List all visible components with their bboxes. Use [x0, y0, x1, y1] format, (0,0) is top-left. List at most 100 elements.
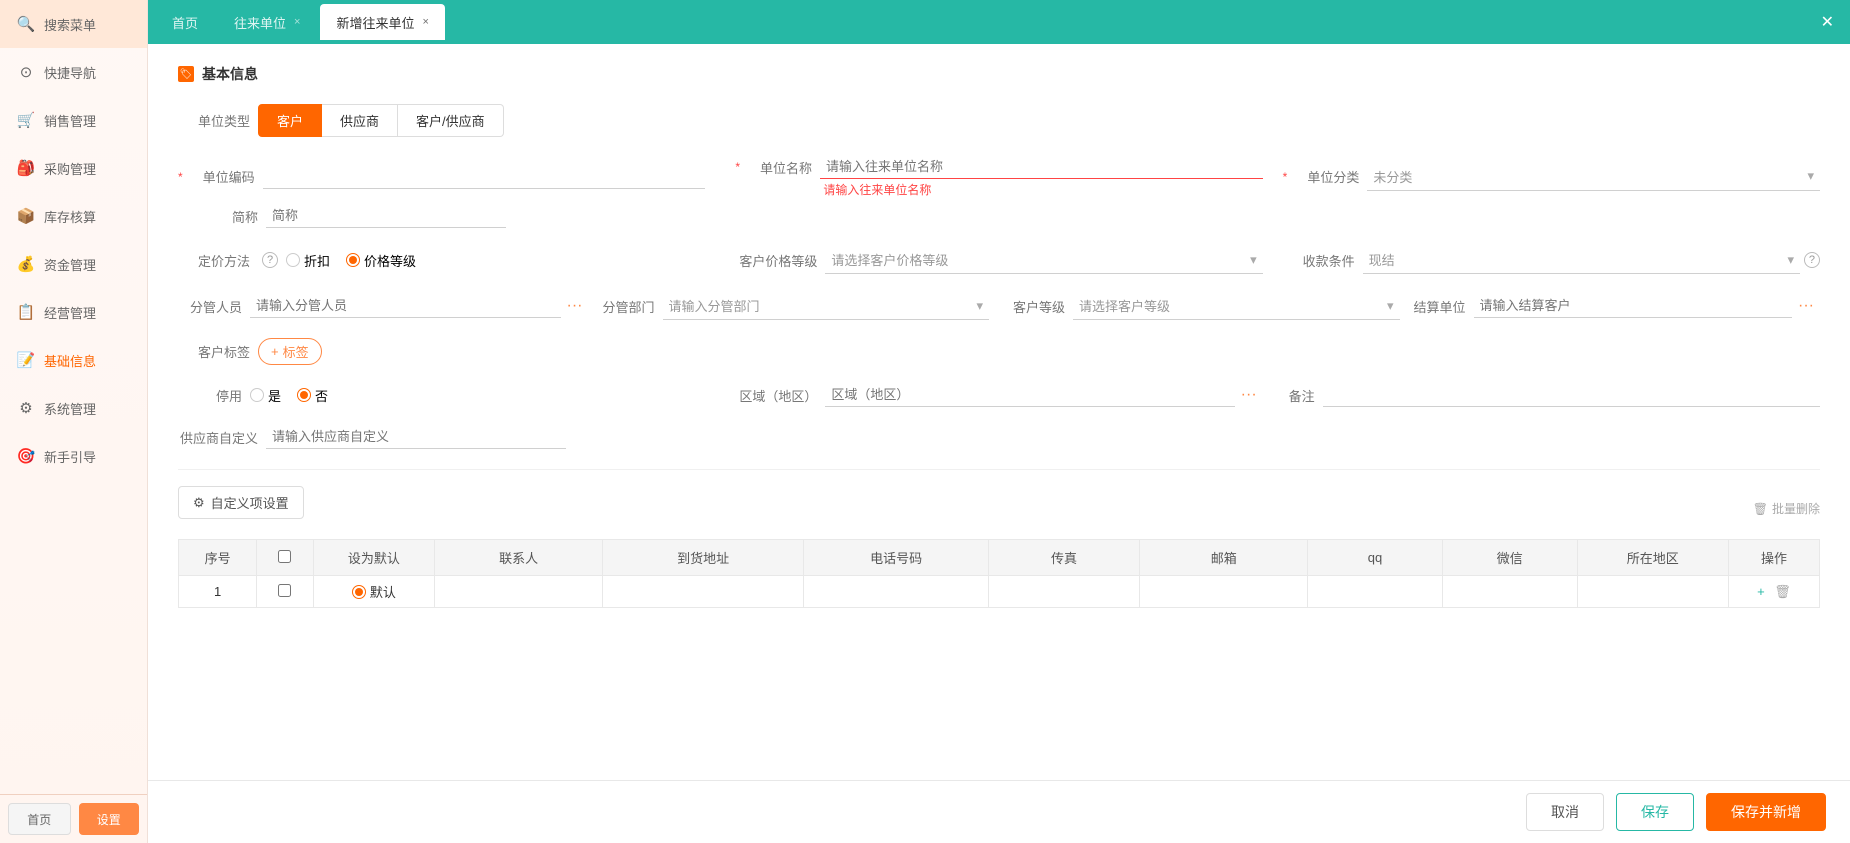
region-input[interactable]	[825, 383, 1234, 407]
row-add-btn[interactable]: +	[1757, 584, 1765, 599]
supplier-custom-input[interactable]	[266, 425, 566, 449]
add-tag-btn[interactable]: + 标签	[258, 338, 322, 365]
settlement-label: 结算单位	[1410, 297, 1474, 316]
row-delete-btn[interactable]: 🗑	[1774, 584, 1791, 599]
unit-name-input[interactable]	[820, 155, 1263, 179]
pricing-help-icon[interactable]: ?	[262, 252, 278, 268]
qq-input[interactable]	[1345, 584, 1405, 599]
type-btn-both[interactable]: 客户/供应商	[398, 104, 504, 137]
radio-price-level-label: 价格等级	[364, 251, 416, 270]
remarks-input[interactable]	[1323, 383, 1820, 407]
sidebar-item-search[interactable]: 🔍 搜索菜单	[0, 0, 147, 48]
tab-contacts-close[interactable]: ×	[294, 16, 300, 28]
customer-price-dropdown[interactable]: 请选择客户价格等级 ▾	[825, 246, 1262, 274]
wechat-input[interactable]	[1480, 584, 1540, 599]
save-button[interactable]: 保存	[1616, 793, 1694, 831]
unit-category-dropdown[interactable]: 未分类 ▾	[1367, 163, 1820, 191]
manager-field: 分管人员 ···	[178, 294, 589, 318]
th-index: 序号	[179, 540, 257, 576]
cust-price-label: 客户价格等级	[735, 251, 825, 270]
radio-discount-label: 折扣	[304, 251, 330, 270]
operations-icon: 📋	[16, 302, 36, 322]
td-email[interactable]	[1140, 576, 1308, 608]
th-default: 设为默认	[313, 540, 434, 576]
type-btn-customer[interactable]: 客户	[258, 104, 322, 137]
radio-price-level[interactable]: 价格等级	[346, 251, 416, 270]
sidebar-item-label: 库存核算	[44, 207, 96, 226]
td-address[interactable]	[603, 576, 804, 608]
radio-discount[interactable]: 折扣	[286, 251, 330, 270]
short-name-row: 简称	[178, 204, 1820, 228]
unit-code-input[interactable]: 000009	[263, 165, 706, 189]
sidebar: 🔍 搜索菜单 ⊙ 快捷导航 🛒 销售管理 🎒 采购管理 📦 库存核算 💰 资金管…	[0, 0, 148, 843]
sidebar-item-finance[interactable]: 💰 资金管理	[0, 240, 147, 288]
short-name-input[interactable]	[266, 204, 506, 228]
cancel-button[interactable]: 取消	[1526, 793, 1604, 831]
dept-dropdown[interactable]: 请输入分管部门 ▾	[663, 292, 990, 320]
th-action: 操作	[1728, 540, 1819, 576]
save-new-button[interactable]: 保存并新增	[1706, 793, 1826, 831]
td-qq[interactable]	[1308, 576, 1443, 608]
sidebar-item-system[interactable]: ⚙ 系统管理	[0, 384, 147, 432]
sidebar-item-operations[interactable]: 📋 经营管理	[0, 288, 147, 336]
custom-settings-btn[interactable]: ⚙ 自定义项设置	[178, 486, 304, 519]
sidebar-item-label: 系统管理	[44, 399, 96, 418]
type-btn-supplier[interactable]: 供应商	[322, 104, 398, 137]
row-manager: 分管人员 ··· 分管部门 请输入分管部门 ▾ 客户等级 请选择客户等级 ▾	[178, 292, 1820, 320]
sidebar-item-sales[interactable]: 🛒 销售管理	[0, 96, 147, 144]
address-input[interactable]	[653, 584, 753, 599]
manager-input[interactable]	[250, 294, 561, 318]
fax-input[interactable]	[1029, 584, 1099, 599]
td-wechat[interactable]	[1442, 576, 1577, 608]
td-region[interactable]	[1577, 576, 1728, 608]
category-arrow-icon: ▾	[1807, 168, 1814, 184]
region-more-btn[interactable]: ···	[1235, 386, 1263, 404]
contact-input[interactable]	[479, 584, 559, 599]
th-contact: 联系人	[435, 540, 603, 576]
add-tag-label: 标签	[283, 342, 309, 361]
phone-input[interactable]	[851, 584, 941, 599]
footer-bar: 取消 保存 保存并新增	[148, 780, 1850, 843]
remarks-field: 备注	[1273, 383, 1820, 407]
table-header-row: 序号 设为默认 联系人 到货地址 电话号码 传真 邮箱 qq 微信 所在地区 操…	[179, 540, 1820, 576]
settlement-input[interactable]	[1474, 294, 1793, 318]
sidebar-item-quick-nav[interactable]: ⊙ 快捷导航	[0, 48, 147, 96]
tab-add-contact[interactable]: 新增往来单位 ×	[320, 4, 444, 40]
cust-level-dropdown[interactable]: 请选择客户等级 ▾	[1073, 292, 1400, 320]
sidebar-item-inventory[interactable]: 📦 库存核算	[0, 192, 147, 240]
close-all-tabs-btn[interactable]: ✕	[1813, 12, 1842, 32]
tab-contacts[interactable]: 往来单位 ×	[218, 4, 316, 40]
td-contact[interactable]	[435, 576, 603, 608]
section-icon: 🏷	[178, 66, 194, 82]
radio-yes-circle	[250, 388, 264, 402]
select-all-checkbox[interactable]	[278, 550, 291, 563]
radio-disable-yes[interactable]: 是	[250, 386, 281, 405]
manager-more-btn[interactable]: ···	[561, 297, 589, 315]
sidebar-item-label: 基础信息	[44, 351, 96, 370]
row-checkbox[interactable]	[278, 584, 291, 597]
td-default: 默认	[313, 576, 434, 608]
email-input[interactable]	[1184, 584, 1264, 599]
th-address: 到货地址	[603, 540, 804, 576]
sidebar-item-purchase[interactable]: 🎒 采购管理	[0, 144, 147, 192]
payment-value: 现结	[1369, 250, 1395, 269]
sidebar-item-basic-info[interactable]: 📝 基础信息	[0, 336, 147, 384]
settlement-more-btn[interactable]: ···	[1792, 297, 1820, 315]
remarks-label: 备注	[1283, 386, 1323, 405]
tab-add-contact-close[interactable]: ×	[422, 16, 428, 28]
payment-terms-dropdown[interactable]: 现结 ▾	[1363, 246, 1800, 274]
td-fax[interactable]	[988, 576, 1139, 608]
supplier-custom-label: 供应商自定义	[178, 428, 266, 447]
tab-home[interactable]: 首页	[156, 4, 214, 40]
radio-disable-no[interactable]: 否	[297, 386, 328, 405]
batch-delete-btn[interactable]: 🗑 批量删除	[1753, 500, 1820, 517]
payment-help-icon[interactable]: ?	[1804, 252, 1820, 268]
sidebar-settings-btn[interactable]: 设置	[79, 803, 140, 835]
sidebar-item-guide[interactable]: 🎯 新手引导	[0, 432, 147, 480]
td-phone[interactable]	[804, 576, 989, 608]
region-table-input[interactable]	[1618, 584, 1688, 599]
customer-price-field: 客户价格等级 请选择客户价格等级 ▾	[725, 246, 1272, 274]
sidebar-home-btn[interactable]: 首页	[8, 803, 71, 835]
radio-discount-circle	[286, 253, 300, 267]
radio-no-label: 否	[315, 386, 328, 405]
